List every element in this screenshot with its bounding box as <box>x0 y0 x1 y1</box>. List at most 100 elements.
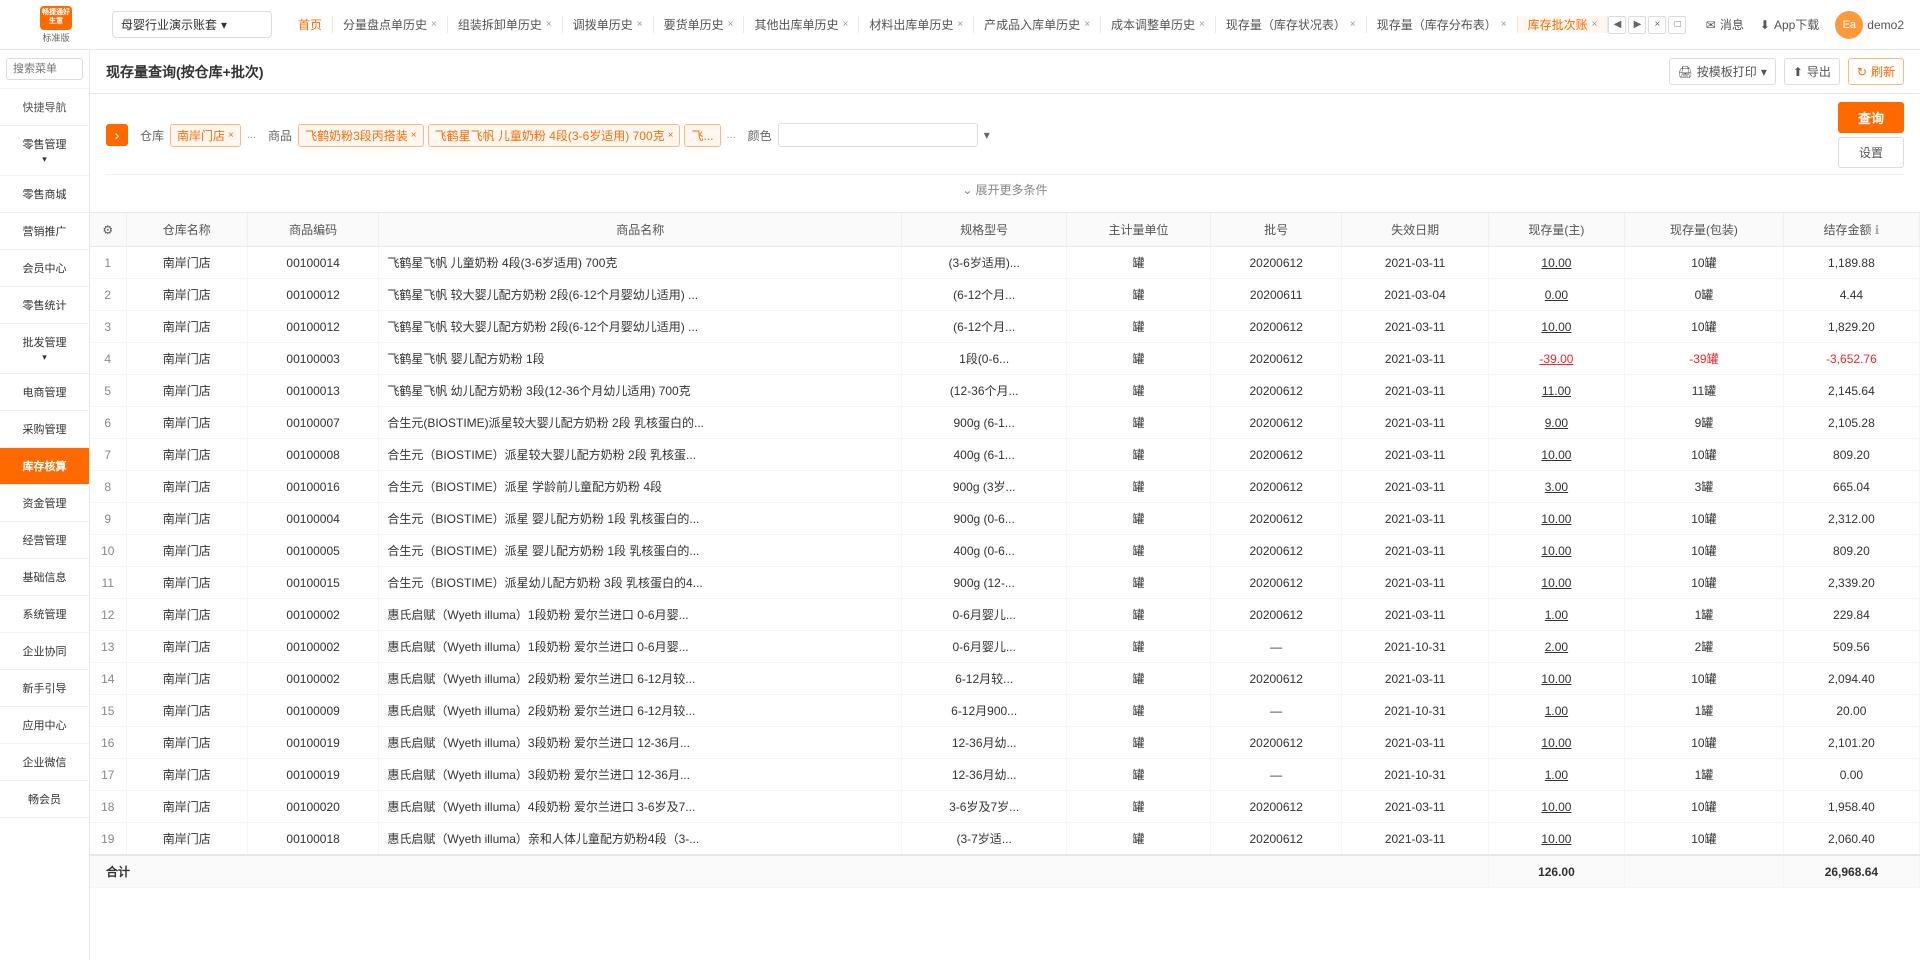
sidebar-quick-nav[interactable]: 快捷导航 <box>0 93 89 121</box>
col-settings[interactable]: ⚙ <box>90 213 126 247</box>
sidebar-item-inventory[interactable]: 库存核算 <box>0 448 89 484</box>
tab-close-icon[interactable]: × <box>957 19 963 30</box>
cell-qty-main[interactable]: 10.00 <box>1488 727 1624 759</box>
cell-qty-main[interactable]: 1.00 <box>1488 759 1624 791</box>
cell-qty-main[interactable]: -39.00 <box>1488 343 1624 375</box>
tab-expand-icon[interactable]: □ <box>1668 16 1686 34</box>
top-nav-tabs: 首页 分量盘点单历史 × 组装拆卸单历史 × 调拨单历史 × 要货单历史 × 其… <box>288 16 1690 34</box>
tab-2[interactable]: 组装拆卸单历史 × <box>448 16 563 33</box>
sidebar-item-basic[interactable]: 基础信息 <box>0 559 89 595</box>
tab-10[interactable]: 现存量（库存分布表） × <box>1367 16 1518 33</box>
user-item[interactable]: Ea demo2 <box>1835 11 1904 39</box>
product-tag-remove-icon-2[interactable]: × <box>668 130 674 141</box>
sidebar-item-retail-mgmt[interactable]: 零售管理 ▾ <box>0 126 89 175</box>
tab-close-icon[interactable]: × <box>728 19 734 30</box>
cell-qty-main[interactable]: 10.00 <box>1488 439 1624 471</box>
setting-button[interactable]: 设置 <box>1838 137 1904 168</box>
tab-4[interactable]: 要货单历史 × <box>654 16 745 33</box>
cell-qty-main[interactable]: 10.00 <box>1488 791 1624 823</box>
cell-qty-main[interactable]: 10.00 <box>1488 247 1624 279</box>
tab-prev-icon[interactable]: ◀ <box>1608 16 1626 34</box>
cell-qty-main[interactable]: 1.00 <box>1488 695 1624 727</box>
sidebar-item-member[interactable]: 会员中心 <box>0 250 89 286</box>
refresh-button[interactable]: ↻ 刷新 <box>1848 58 1904 85</box>
sidebar-item-wholesale[interactable]: 批发管理 ▾ <box>0 324 89 373</box>
tab-8[interactable]: 成本调整单历史 × <box>1101 16 1216 33</box>
sidebar: 快捷导航 零售管理 ▾ 零售商城 营销推广 会员中心 零售统计 <box>0 50 90 960</box>
tab-home[interactable]: 首页 <box>288 16 333 33</box>
warehouse-tag[interactable]: 南岸门店 × <box>170 124 241 147</box>
tab-close-icon[interactable]: × <box>842 19 848 30</box>
store-selector[interactable]: 母婴行业演示账套 ▾ <box>112 11 272 38</box>
sidebar-item-marketing[interactable]: 营销推广 <box>0 213 89 249</box>
tab-next-icon[interactable]: ▶ <box>1628 16 1646 34</box>
tab-close-icon[interactable]: × <box>546 19 552 30</box>
cell-qty-pkg: 10罐 <box>1625 823 1784 856</box>
sidebar-item-wechat[interactable]: 企业微信 <box>0 744 89 780</box>
sidebar-item-appstore[interactable]: 应用中心 <box>0 707 89 743</box>
sidebar-item-mall[interactable]: 零售商城 <box>0 176 89 212</box>
cell-code: 00100003 <box>247 343 378 375</box>
cell-qty-main[interactable]: 10.00 <box>1488 503 1624 535</box>
settings-icon[interactable]: ⚙ <box>102 223 113 237</box>
tab-5[interactable]: 其他出库单历史 × <box>744 16 859 33</box>
cell-qty-main[interactable]: 10.00 <box>1488 535 1624 567</box>
filter-expand-toggle[interactable]: › <box>106 124 128 146</box>
search-input[interactable] <box>6 58 83 80</box>
cell-qty-main[interactable]: 2.00 <box>1488 631 1624 663</box>
warehouse-tag-remove-icon[interactable]: × <box>228 130 234 141</box>
cell-unit: 罐 <box>1067 311 1211 343</box>
tab-11[interactable]: 库存批次账 × <box>1518 16 1609 33</box>
tab-6[interactable]: 材料出库单历史 × <box>859 16 974 33</box>
sidebar-item-finance[interactable]: 资金管理 <box>0 485 89 521</box>
message-item[interactable]: ✉ 消息 <box>1706 16 1744 33</box>
export-button[interactable]: ⬆ 导出 <box>1784 58 1840 85</box>
cell-name: 飞鹤星飞帆 较大婴儿配方奶粉 2段(6-12个月婴幼儿适用) ... <box>379 279 902 311</box>
sidebar-item-ecom[interactable]: 电商管理 <box>0 374 89 410</box>
cell-qty-main[interactable]: 3.00 <box>1488 471 1624 503</box>
product-tag-remove-icon-1[interactable]: × <box>411 130 417 141</box>
tab-close-icon[interactable]: × <box>637 19 643 30</box>
product-tag-3[interactable]: 飞... <box>684 124 720 147</box>
tab-close-icon[interactable]: × <box>1350 19 1356 30</box>
sidebar-item-sys[interactable]: 系统管理 <box>0 596 89 632</box>
cell-qty-main[interactable]: 9.00 <box>1488 407 1624 439</box>
tab-close-icon[interactable]: × <box>1501 19 1507 30</box>
sidebar-item-biz[interactable]: 经营管理 <box>0 522 89 558</box>
app-download-item[interactable]: ⬇ App下载 <box>1760 16 1819 33</box>
filter-expand-more[interactable]: ⌄ 展开更多条件 <box>106 174 1904 204</box>
cell-qty-main[interactable]: 1.00 <box>1488 599 1624 631</box>
product-tag-2[interactable]: 飞鹤星飞帆 儿童奶粉 4段(3-6岁适用) 700克 × <box>428 124 681 147</box>
cell-warehouse: 南岸门店 <box>126 823 247 856</box>
row-num: 14 <box>90 663 126 695</box>
tab-close-icon[interactable]: × <box>1084 19 1090 30</box>
cell-amount: 0.00 <box>1783 759 1919 791</box>
cell-qty-main[interactable]: 10.00 <box>1488 311 1624 343</box>
cell-spec: 900g (3岁... <box>902 471 1067 503</box>
expand-label: 展开更多条件 <box>976 183 1048 197</box>
cell-qty-main[interactable]: 10.00 <box>1488 567 1624 599</box>
tab-7[interactable]: 产成品入库单历史 × <box>974 16 1101 33</box>
sidebar-item-collab[interactable]: 企业协同 <box>0 633 89 669</box>
tab-3[interactable]: 调拨单历史 × <box>563 16 654 33</box>
tab-close-all-icon[interactable]: × <box>1648 16 1666 34</box>
product-tag-1[interactable]: 飞鹤奶粉3段丙搭装 × <box>298 124 424 147</box>
tab-9[interactable]: 现存量（库存状况表） × <box>1216 16 1367 33</box>
cell-qty-main[interactable]: 11.00 <box>1488 375 1624 407</box>
tab-close-icon[interactable]: × <box>1592 19 1598 30</box>
sidebar-item-vip[interactable]: 畅会员 <box>0 781 89 817</box>
sidebar-item-guide[interactable]: 新手引导 <box>0 670 89 706</box>
sidebar-item-retail-stats[interactable]: 零售统计 <box>0 287 89 323</box>
template-print-button[interactable]: 🖨 按模板打印 ▾ <box>1669 58 1776 85</box>
product-filter: 商品 飞鹤奶粉3段丙搭装 × 飞鹤星飞帆 儿童奶粉 4段(3-6岁适用) 700… <box>268 124 736 147</box>
tab-close-icon[interactable]: × <box>1199 19 1205 30</box>
tab-close-icon[interactable]: × <box>431 19 437 30</box>
sidebar-item-purchase[interactable]: 采购管理 <box>0 411 89 447</box>
color-input[interactable] <box>778 123 978 147</box>
cell-qty-main[interactable]: 10.00 <box>1488 823 1624 856</box>
tab-1[interactable]: 分量盘点单历史 × <box>333 16 448 33</box>
query-button[interactable]: 查询 <box>1838 102 1904 133</box>
cell-qty-main[interactable]: 0.00 <box>1488 279 1624 311</box>
cell-qty-main[interactable]: 10.00 <box>1488 663 1624 695</box>
cell-amount: 4.44 <box>1783 279 1919 311</box>
